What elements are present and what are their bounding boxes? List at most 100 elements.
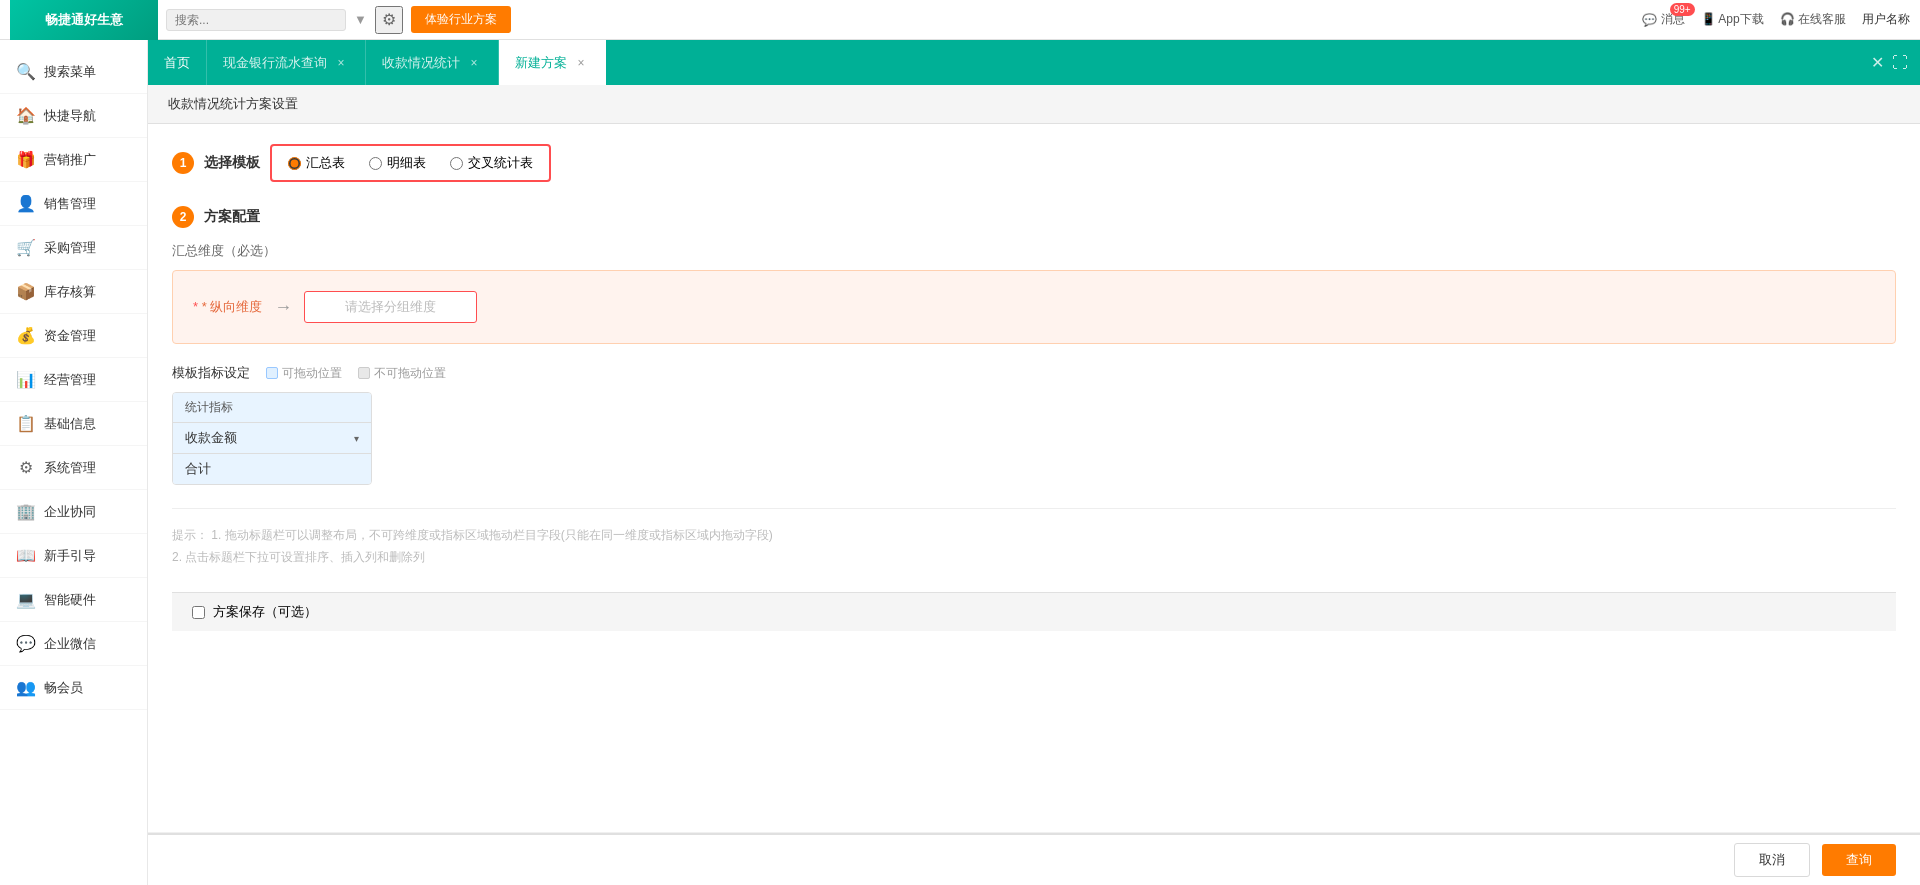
metrics-header: 模板指标设定 可拖动位置 不可拖动位置 (172, 364, 1896, 382)
radio-detail[interactable] (369, 157, 382, 170)
sidebar-item-basic[interactable]: 📋 基础信息 (0, 402, 147, 446)
download-button[interactable]: 📱 App下载 (1701, 11, 1764, 28)
tab-new-plan-label: 新建方案 (515, 54, 567, 72)
logo-text: 畅捷通好生意 (45, 11, 123, 29)
step1-number: 1 (172, 152, 194, 174)
step2-section: 2 方案配置 汇总维度（必选） * * 纵向维度 → (172, 206, 1896, 568)
radio-cross[interactable] (450, 157, 463, 170)
option-detail[interactable]: 明细表 (369, 154, 426, 172)
user-name[interactable]: 用户名称 (1862, 11, 1910, 28)
sidebar-item-purchase[interactable]: 🛒 采购管理 (0, 226, 147, 270)
sidebar-item-system[interactable]: ⚙ 系统管理 (0, 446, 147, 490)
dimension-row: * * 纵向维度 → 请选择分组维度 (193, 291, 1875, 323)
template-options-box: 汇总表 明细表 交叉统计表 (270, 144, 551, 182)
sidebar-item-operation[interactable]: 📊 经营管理 (0, 358, 147, 402)
summary-dim-label: 汇总维度（必选） (172, 242, 1896, 260)
option-cross[interactable]: 交叉统计表 (450, 154, 533, 172)
step1-section: 1 选择模板 汇总表 明细表 (172, 144, 1896, 182)
option-summary-label: 汇总表 (306, 154, 345, 172)
chevron-down-icon[interactable]: ▾ (354, 433, 359, 444)
page-content: 收款情况统计方案设置 1 选择模板 汇总表 (148, 85, 1920, 833)
hint-1: 提示： 1. 拖动标题栏可以调整布局，不可跨维度或指标区域拖动栏目字段(只能在同… (172, 525, 1896, 547)
metrics-table-header: 统计指标 (173, 393, 371, 423)
step2-title: 方案配置 (204, 208, 260, 226)
tab-close-receivable[interactable]: × (466, 55, 482, 71)
service-button[interactable]: 🎧 在线客服 (1780, 11, 1846, 28)
legend-nodraggable: 不可拖动位置 (358, 365, 446, 382)
option-cross-label: 交叉统计表 (468, 154, 533, 172)
tab-bar-actions: ✕ ⛶ (1859, 53, 1920, 72)
sidebar-label: 新手引导 (44, 547, 96, 565)
sidebar-item-inventory[interactable]: 📦 库存核算 (0, 270, 147, 314)
users-icon: 👥 (16, 678, 36, 697)
step1-title: 选择模板 (204, 154, 260, 172)
legend-draggable: 可拖动位置 (266, 365, 342, 382)
trial-button[interactable]: 体验行业方案 (411, 6, 511, 33)
app-logo: 畅捷通好生意 (10, 0, 158, 40)
required-star: * (193, 299, 198, 314)
dropdown-icon[interactable]: ▼ (354, 12, 367, 27)
money-icon: 💰 (16, 326, 36, 345)
search-input[interactable] (166, 9, 346, 31)
metrics-sum-label: 合计 (185, 461, 211, 476)
book-icon: 📖 (16, 546, 36, 565)
sidebar-item-member[interactable]: 👥 畅会员 (0, 666, 147, 710)
system-icon: ⚙ (16, 458, 36, 477)
wechat-icon: 💬 (16, 634, 36, 653)
dimension-selector[interactable]: 请选择分组维度 (304, 291, 477, 323)
radio-summary[interactable] (288, 157, 301, 170)
drag-legend-icon (266, 367, 278, 379)
sidebar-label: 库存核算 (44, 283, 96, 301)
tab-new-plan[interactable]: 新建方案 × (499, 40, 606, 85)
cart-icon: 🛒 (16, 238, 36, 257)
chart-icon: 📊 (16, 370, 36, 389)
sidebar-label: 销售管理 (44, 195, 96, 213)
sidebar-label: 快捷导航 (44, 107, 96, 125)
step2-header: 2 方案配置 (172, 206, 1896, 228)
sidebar-label: 智能硬件 (44, 591, 96, 609)
hint-section: 提示： 1. 拖动标题栏可以调整布局，不可跨维度或指标区域拖动栏目字段(只能在同… (172, 508, 1896, 568)
sidebar-item-guide[interactable]: 📖 新手引导 (0, 534, 147, 578)
message-icon: 💬 (1642, 13, 1657, 27)
form-container: 1 选择模板 汇总表 明细表 (148, 124, 1920, 832)
tab-receivable-stat[interactable]: 收款情况统计 × (366, 40, 499, 85)
sidebar-item-sales[interactable]: 👤 销售管理 (0, 182, 147, 226)
download-icon: 📱 (1701, 12, 1716, 26)
metrics-table: 统计指标 收款金额 ▾ 合计 (172, 392, 372, 485)
query-button[interactable]: 查询 (1822, 844, 1896, 876)
tab-close-new-plan[interactable]: × (573, 55, 589, 71)
metrics-row-amount[interactable]: 收款金额 ▾ (173, 423, 371, 454)
tab-close-bank-flow[interactable]: × (333, 55, 349, 71)
gift-icon: 🎁 (16, 150, 36, 169)
sidebar-item-hardware[interactable]: 💻 智能硬件 (0, 578, 147, 622)
clipboard-icon: 📋 (16, 414, 36, 433)
sidebar-item-wechat[interactable]: 💬 企业微信 (0, 622, 147, 666)
cancel-button[interactable]: 取消 (1734, 843, 1810, 877)
option-summary[interactable]: 汇总表 (288, 154, 345, 172)
message-button[interactable]: 💬 消息 99+ (1642, 11, 1685, 28)
tab-home[interactable]: 首页 (148, 40, 207, 85)
sidebar-label: 畅会员 (44, 679, 83, 697)
tab-close-all[interactable]: ✕ (1871, 53, 1884, 72)
save-checkbox[interactable] (192, 606, 205, 619)
tab-bank-flow-label: 现金银行流水查询 (223, 54, 327, 72)
tab-fullscreen[interactable]: ⛶ (1892, 54, 1908, 72)
gear-button[interactable]: ⚙ (375, 6, 403, 34)
box-icon: 📦 (16, 282, 36, 301)
hardware-icon: 💻 (16, 590, 36, 609)
sidebar-item-quick-nav[interactable]: 🏠 快捷导航 (0, 94, 147, 138)
sidebar-item-search-menu[interactable]: 🔍 搜索菜单 (0, 50, 147, 94)
sidebar-label: 经营管理 (44, 371, 96, 389)
metrics-section-title: 模板指标设定 (172, 364, 250, 382)
message-badge: 99+ (1670, 3, 1695, 16)
search-icon: 🔍 (16, 62, 36, 81)
tab-bank-flow[interactable]: 现金银行流水查询 × (207, 40, 366, 85)
sidebar-label: 资金管理 (44, 327, 96, 345)
dimension-area: * * 纵向维度 → 请选择分组维度 (172, 270, 1896, 344)
sidebar-item-marketing[interactable]: 🎁 营销推广 (0, 138, 147, 182)
metrics-row-sum: 合计 (173, 454, 371, 484)
header-actions: 💬 消息 99+ 📱 App下载 🎧 在线客服 用户名称 (1642, 11, 1910, 28)
sidebar-item-enterprise[interactable]: 🏢 企业协同 (0, 490, 147, 534)
sidebar-item-finance[interactable]: 💰 资金管理 (0, 314, 147, 358)
sidebar-label: 采购管理 (44, 239, 96, 257)
